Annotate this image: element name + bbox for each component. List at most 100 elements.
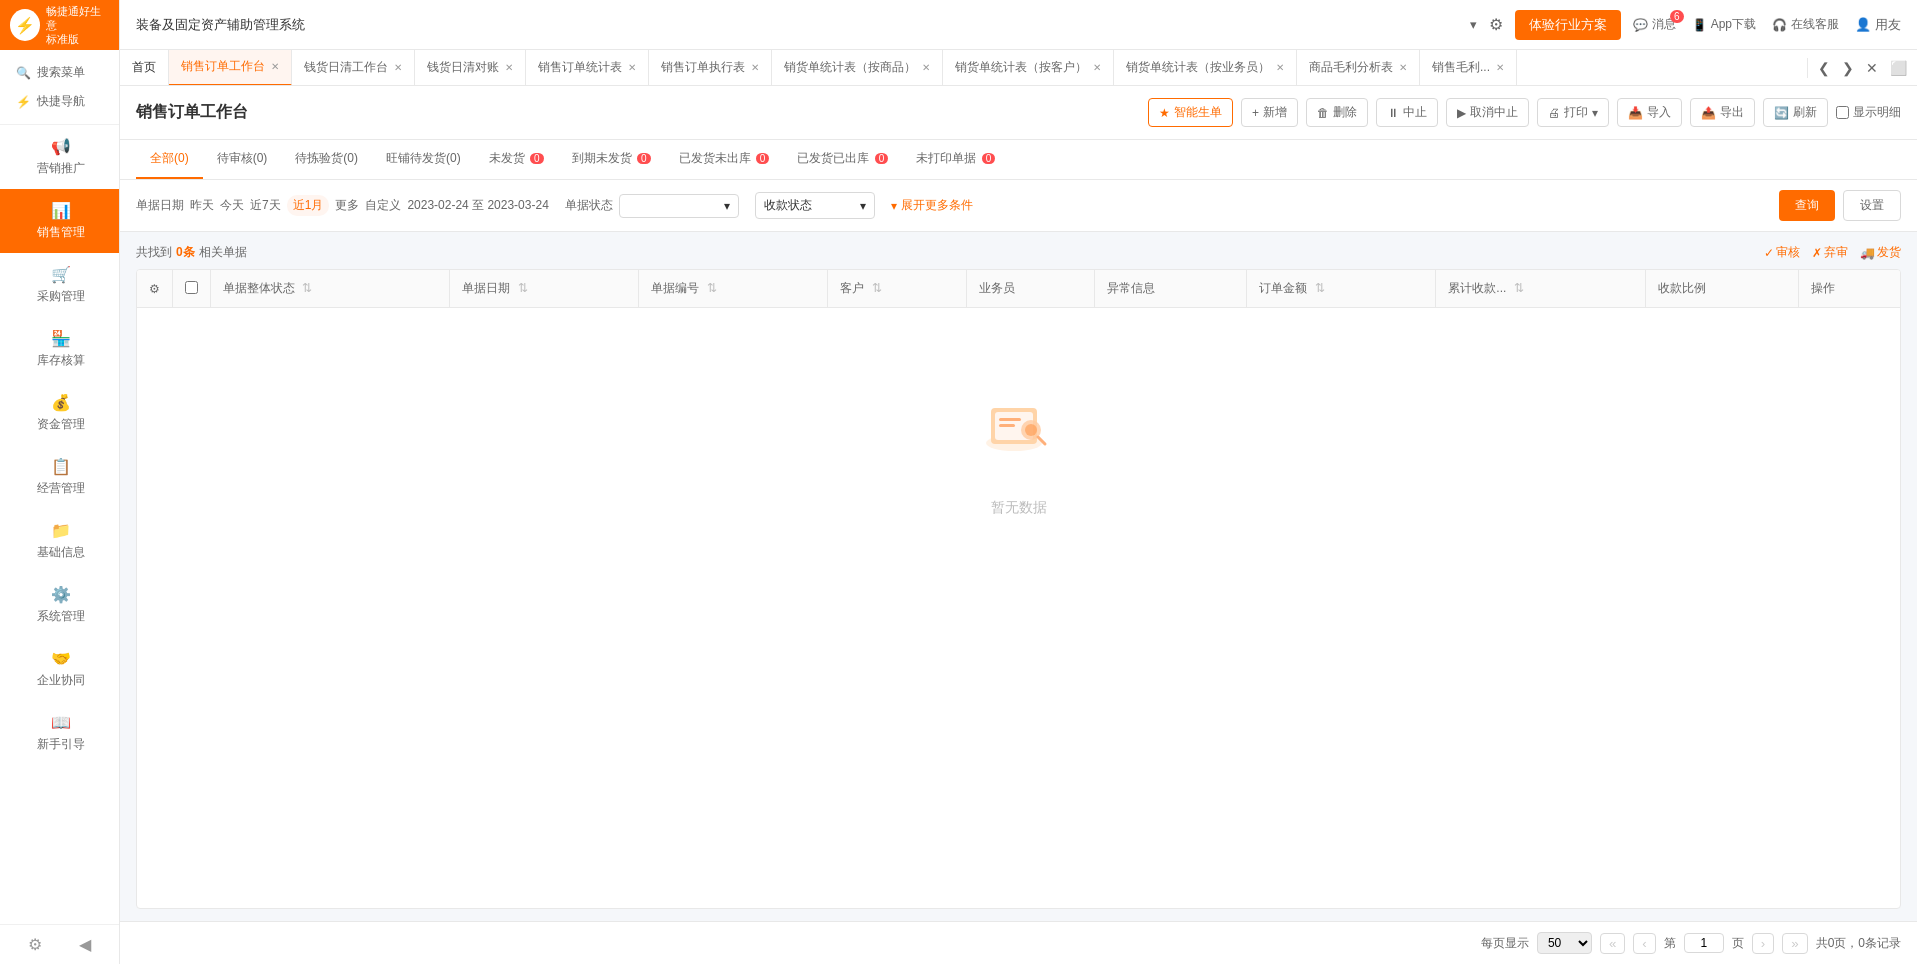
subtab-wangpu-pending[interactable]: 旺铺待发货(0) (372, 140, 475, 179)
tab-close-reconciliation[interactable]: ✕ (505, 62, 513, 73)
industry-solution-button[interactable]: 体验行业方案 (1515, 10, 1621, 40)
add-button[interactable]: + 新增 (1241, 98, 1298, 127)
tab-close-margin-analysis[interactable]: ✕ (1399, 62, 1407, 73)
tab-home[interactable]: 首页 (120, 50, 169, 86)
sidebar-search-item[interactable]: 🔍 搜索菜单 (8, 58, 111, 87)
table-area: 共找到 0条 相关单据 ✓ 审核 ✗ 弃审 🚚 发货 (120, 232, 1917, 921)
show-detail-checkbox[interactable] (1836, 106, 1849, 119)
tabbar-close-all-btn[interactable]: ✕ (1862, 58, 1882, 78)
filter-date-today[interactable]: 今天 (220, 197, 244, 214)
tab-close-staff-stat[interactable]: ✕ (1276, 62, 1284, 73)
sidebar-item-basic[interactable]: 📁 基础信息 (0, 509, 119, 573)
topbar-settings-icon[interactable]: ⚙ (1489, 15, 1503, 34)
sidebar-item-purchase[interactable]: 🛒 采购管理 (0, 253, 119, 317)
sidebar-item-finance[interactable]: 💰 资金管理 (0, 381, 119, 445)
tab-sales-margin[interactable]: 销售毛利... ✕ (1420, 50, 1517, 86)
filter-date-custom[interactable]: 自定义 (365, 197, 401, 214)
page-input[interactable] (1684, 933, 1724, 953)
tab-close-sales-stat[interactable]: ✕ (628, 62, 636, 73)
filter-payment-select[interactable]: 收款状态 ▾ (755, 192, 875, 219)
subtab-shipped-not-out[interactable]: 已发货未出库 0 (665, 140, 784, 179)
prev-page-btn[interactable]: ‹ (1633, 933, 1655, 954)
topbar-service-item[interactable]: 🎧 在线客服 (1772, 16, 1839, 33)
tabbar-next-btn[interactable]: ❯ (1838, 58, 1858, 78)
last-page-btn[interactable]: » (1782, 933, 1807, 954)
subtab-not-shipped[interactable]: 未发货 0 (475, 140, 558, 179)
delete-button[interactable]: 🗑 删除 (1306, 98, 1368, 127)
export-button[interactable]: 📤 导出 (1690, 98, 1755, 127)
filter-status-select[interactable]: ▾ (619, 194, 739, 218)
import-button[interactable]: 📥 导入 (1617, 98, 1682, 127)
star-icon: ★ (1159, 106, 1170, 120)
tab-margin-analysis[interactable]: 商品毛利分析表 ✕ (1297, 50, 1420, 86)
show-detail-checkbox-label[interactable]: 显示明细 (1836, 104, 1901, 121)
sort-customer-icon[interactable]: ⇅ (872, 281, 882, 295)
filter-date-7days[interactable]: 近7天 (250, 197, 281, 214)
unpause-button[interactable]: ▶ 取消中止 (1446, 98, 1529, 127)
tab-sales-stat[interactable]: 销售订单统计表 ✕ (526, 50, 649, 86)
tab-customer-stat[interactable]: 销货单统计表（按客户） ✕ (943, 50, 1114, 86)
subtab-pending-review[interactable]: 待审核(0) (203, 140, 282, 179)
tab-close-sales-workbench[interactable]: ✕ (271, 61, 279, 72)
sidebar-quicknav-item[interactable]: ⚡ 快捷导航 (8, 87, 111, 116)
ship-action[interactable]: 🚚 发货 (1860, 244, 1901, 261)
subtab-overdue-not-shipped[interactable]: 到期未发货 0 (558, 140, 665, 179)
topbar-user[interactable]: 👤 用友 (1855, 16, 1901, 34)
check-icon: ✓ (1764, 246, 1774, 260)
sidebar-item-operation[interactable]: 📋 经营管理 (0, 445, 119, 509)
tab-close-sales-margin[interactable]: ✕ (1496, 62, 1504, 73)
sort-date-icon[interactable]: ⇅ (518, 281, 528, 295)
tab-daily-cash[interactable]: 钱货日清工作台 ✕ (292, 50, 415, 86)
topbar-message-item[interactable]: 💬 消息 6 (1633, 16, 1676, 33)
sort-received-icon[interactable]: ⇅ (1514, 281, 1524, 295)
pause-button[interactable]: ⏸ 中止 (1376, 98, 1438, 127)
tab-sales-workbench[interactable]: 销售订单工作台 ✕ (169, 50, 292, 86)
refresh-button[interactable]: 🔄 刷新 (1763, 98, 1828, 127)
sort-status-icon[interactable]: ⇅ (302, 281, 312, 295)
subtab-shipped-out[interactable]: 已发货已出库 0 (783, 140, 902, 179)
next-page-btn[interactable]: › (1752, 933, 1774, 954)
sidebar-item-enterprise[interactable]: 🤝 企业协同 (0, 637, 119, 701)
main-area: 装备及固定资产辅助管理系统 ▾ ⚙ 体验行业方案 💬 消息 6 📱 App下载 … (120, 0, 1917, 964)
tab-sales-exec[interactable]: 销售订单执行表 ✕ (649, 50, 772, 86)
tab-staff-stat[interactable]: 销货单统计表（按业务员） ✕ (1114, 50, 1297, 86)
subtab-pending-check[interactable]: 待拣验货(0) (281, 140, 372, 179)
subtab-all[interactable]: 全部(0) (136, 140, 203, 179)
sidebar-item-marketing[interactable]: 📢 营销推广 (0, 125, 119, 189)
sidebar-item-system[interactable]: ⚙️ 系统管理 (0, 573, 119, 637)
tab-close-customer-stat[interactable]: ✕ (1093, 62, 1101, 73)
sidebar-collapse-btn[interactable]: ◀ (79, 935, 91, 954)
sidebar-settings-btn[interactable]: ⚙ (28, 935, 42, 954)
smart-generate-button[interactable]: ★ 智能生单 (1148, 98, 1233, 127)
sidebar-item-sales[interactable]: 📊 销售管理 (0, 189, 119, 253)
tab-reconciliation[interactable]: 钱货日清对账 ✕ (415, 50, 526, 86)
th-settings[interactable]: ⚙ (137, 270, 173, 308)
tabbar-maximize-btn[interactable]: ⬜ (1886, 58, 1911, 78)
topbar-app-item[interactable]: 📱 App下载 (1692, 16, 1756, 33)
filter-date-1month[interactable]: 近1月 (287, 195, 330, 216)
th-checkbox[interactable] (173, 270, 211, 308)
tab-goods-stat[interactable]: 销货单统计表（按商品） ✕ (772, 50, 943, 86)
sort-amount-icon[interactable]: ⇅ (1315, 281, 1325, 295)
filter-expand-btn[interactable]: ▾ 展开更多条件 (891, 197, 973, 214)
filter-date-more[interactable]: 更多 (335, 197, 359, 214)
tab-close-goods-stat[interactable]: ✕ (922, 62, 930, 73)
subtab-not-printed[interactable]: 未打印单据 0 (902, 140, 1009, 179)
per-page-select[interactable]: 50 20 100 (1537, 932, 1592, 954)
tab-close-sales-exec[interactable]: ✕ (751, 62, 759, 73)
sort-number-icon[interactable]: ⇅ (707, 281, 717, 295)
print-button[interactable]: 🖨 打印 ▾ (1537, 98, 1609, 127)
query-button[interactable]: 查询 (1779, 190, 1835, 221)
select-all-checkbox[interactable] (185, 281, 198, 294)
tabbar-prev-btn[interactable]: ❮ (1814, 58, 1834, 78)
review-action[interactable]: ✓ 审核 (1764, 244, 1800, 261)
th-ratio: 收款比例 (1646, 270, 1799, 308)
setting-button[interactable]: 设置 (1843, 190, 1901, 221)
unreview-action[interactable]: ✗ 弃审 (1812, 244, 1848, 261)
sidebar-item-guide[interactable]: 📖 新手引导 (0, 701, 119, 765)
topbar-dropdown[interactable]: ▾ (1470, 17, 1477, 32)
tab-close-daily-cash[interactable]: ✕ (394, 62, 402, 73)
sidebar-item-inventory[interactable]: 🏪 库存核算 (0, 317, 119, 381)
first-page-btn[interactable]: « (1600, 933, 1625, 954)
filter-date-yesterday[interactable]: 昨天 (190, 197, 214, 214)
